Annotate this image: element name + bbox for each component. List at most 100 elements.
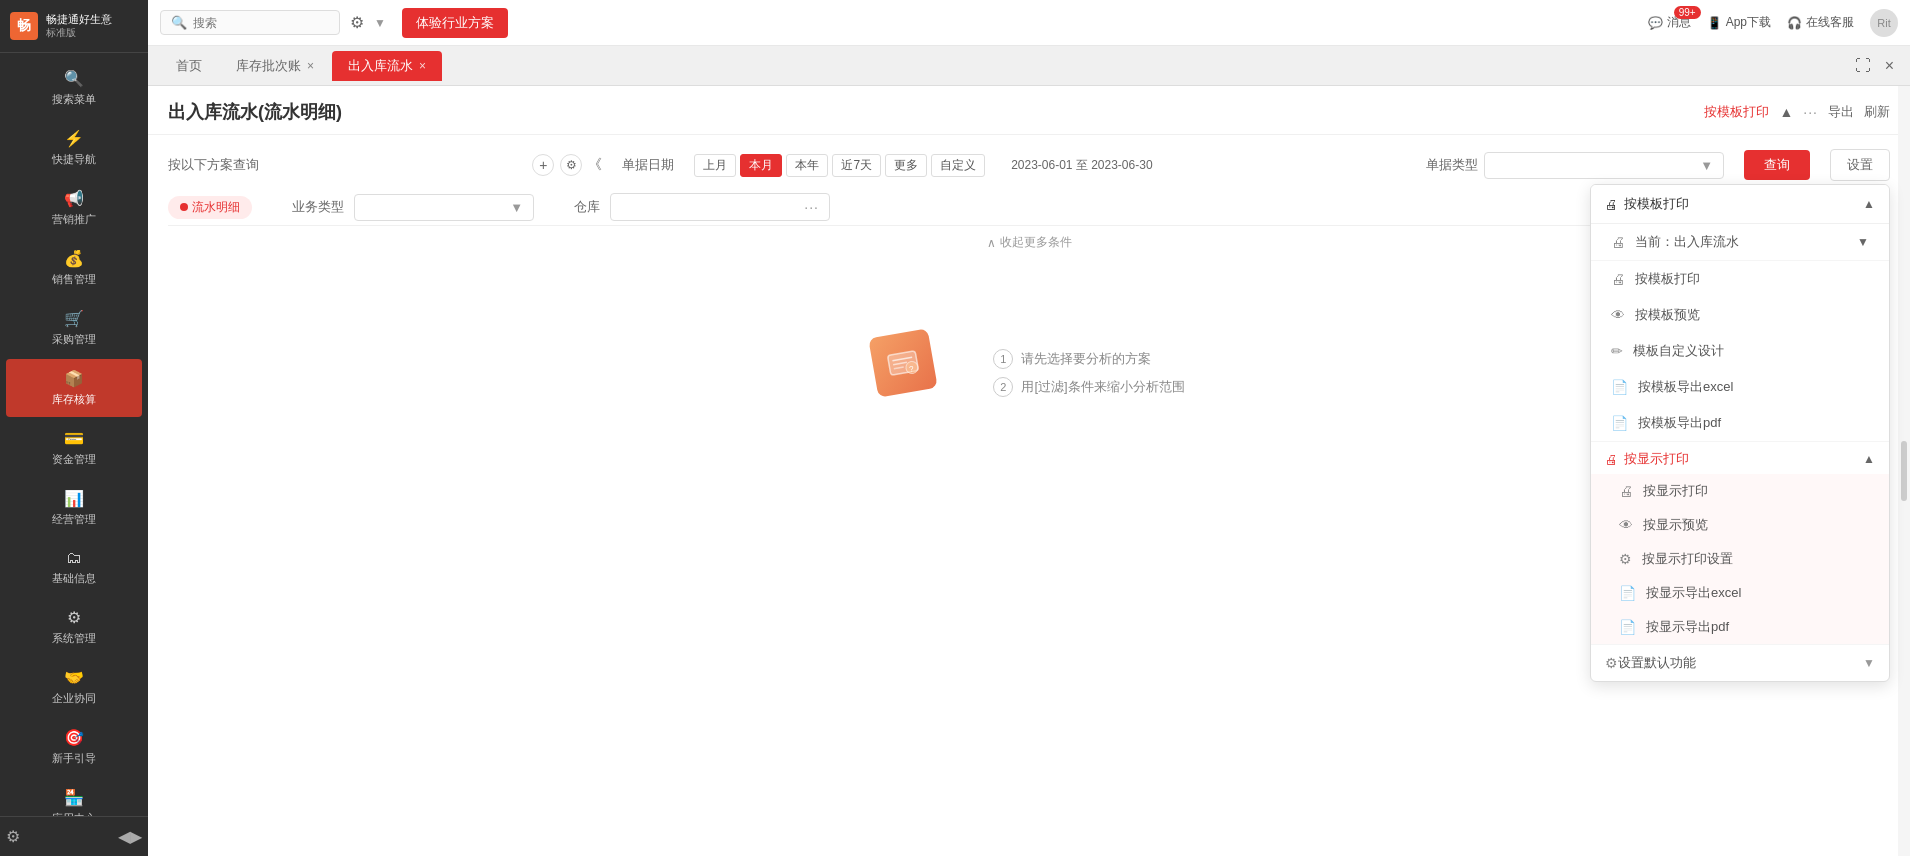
display-print-label: 按显示打印 (1624, 450, 1689, 468)
sidebar-label-search: 搜索菜单 (52, 92, 96, 107)
dropdown-item-template-print[interactable]: 🖨按模板打印 (1591, 261, 1889, 297)
filter-settings-button[interactable]: ⚙ (560, 154, 582, 176)
display-print-icon: 🖨 (1605, 452, 1618, 467)
refresh-button[interactable]: 刷新 (1864, 103, 1890, 121)
online-support-button[interactable]: 🎧 在线客服 (1787, 14, 1854, 31)
sidebar-collapse-icon[interactable]: ◀▶ (118, 827, 142, 846)
dropdown-item-template-preview[interactable]: 👁按模板预览 (1591, 297, 1889, 333)
maximize-button[interactable]: ⛶ (1851, 53, 1875, 79)
date-btn-custom[interactable]: 自定义 (931, 154, 985, 177)
sidebar-item-purchase[interactable]: 🛒采购管理 (6, 299, 142, 357)
search-box[interactable]: 🔍 (160, 10, 340, 35)
dropdown-title: 🖨 按模板打印 (1605, 195, 1689, 213)
dropdown-sub-icon-display-print: 🖨 (1619, 483, 1633, 499)
query-button[interactable]: 查询 (1744, 150, 1810, 180)
dropdown-item-template-export-excel[interactable]: 📄按模板导出excel (1591, 369, 1889, 405)
tab-close-flow[interactable]: × (419, 59, 426, 73)
sidebar-icon-quick-nav: ⚡ (64, 129, 84, 148)
sidebar-item-finance[interactable]: 💳资金管理 (6, 419, 142, 477)
print-chevron-icon[interactable]: ▲ (1779, 104, 1793, 120)
date-btn-last-month[interactable]: 上月 (694, 154, 736, 177)
sidebar-label-finance: 资金管理 (52, 452, 96, 467)
dropdown-sub-label-display-export-pdf: 按显示导出pdf (1646, 618, 1729, 636)
date-btn-last-7-days[interactable]: 近7天 (832, 154, 881, 177)
tab-label-home: 首页 (176, 57, 202, 75)
sidebar-label-collab: 企业协同 (52, 691, 96, 706)
tab-label-flow: 出入库流水 (348, 57, 413, 75)
print-button[interactable]: 按模板打印 (1704, 103, 1769, 121)
current-template-chevron[interactable]: ▼ (1857, 235, 1869, 249)
date-btn-current-month[interactable]: 本月 (740, 154, 782, 177)
voucher-type-select[interactable]: ▼ (1484, 152, 1724, 179)
search-input[interactable] (193, 16, 329, 30)
tab-flow[interactable]: 出入库流水 × (332, 51, 442, 81)
sidebar-icon-basic: 🗂 (66, 549, 82, 567)
sidebar-settings-icon[interactable]: ⚙ (6, 827, 20, 846)
sidebar-label-guide: 新手引导 (52, 751, 96, 766)
date-btn-current-year[interactable]: 本年 (786, 154, 828, 177)
topbar-settings-icon[interactable]: ⚙ (350, 13, 364, 32)
column-settings-button[interactable]: 设置 (1830, 149, 1890, 181)
tab-batch-account[interactable]: 库存批次账 × (220, 51, 330, 81)
current-template-icon: 🖨 (1611, 234, 1625, 250)
hint-2: 2 用[过滤]条件来缩小分析范围 (993, 377, 1184, 397)
dropdown-collapse-icon[interactable]: ▲ (1863, 197, 1875, 211)
business-type-chevron: ▼ (510, 200, 523, 215)
display-print-header[interactable]: 🖨 按显示打印 ▲ (1591, 442, 1889, 474)
current-template-display[interactable]: 🖨 当前：出入库流水 ▼ (1591, 224, 1889, 260)
sidebar-item-basic[interactable]: 🗂基础信息 (6, 539, 142, 596)
user-avatar[interactable]: Rit (1870, 9, 1898, 37)
display-print-section: 🖨 按显示打印 ▲ 🖨 按显示打印 👁按显示预览⚙按显示打印设置 📄 按显示导出exce… (1591, 442, 1889, 645)
sidebar-item-search[interactable]: 🔍搜索菜单 (6, 59, 142, 117)
trial-button[interactable]: 体验行业方案 (402, 8, 508, 38)
tab-home[interactable]: 首页 (160, 51, 218, 81)
close-all-button[interactable]: × (1881, 53, 1898, 79)
business-type-select[interactable]: ▼ (354, 194, 534, 221)
sidebar-label-inventory: 库存核算 (52, 392, 96, 407)
sidebar-label-operations: 经营管理 (52, 512, 96, 527)
sidebar-icon-appstore: 🏪 (64, 788, 84, 807)
sidebar-item-guide[interactable]: 🎯新手引导 (6, 718, 142, 776)
sidebar-item-sales[interactable]: 💰销售管理 (6, 239, 142, 297)
sidebar-item-quick-nav[interactable]: ⚡快捷导航 (6, 119, 142, 177)
date-btn-more[interactable]: 更多 (885, 154, 927, 177)
dropdown-icon-template-preview: 👁 (1611, 307, 1625, 323)
dropdown-sub-label-display-print: 按显示打印 (1643, 482, 1708, 500)
sidebar-item-collab[interactable]: 🤝企业协同 (6, 658, 142, 716)
filter-add-button[interactable]: + (532, 154, 554, 176)
dropdown-sub-item-display-print[interactable]: 🖨 按显示打印 (1591, 474, 1889, 508)
sidebar-bottom: ⚙ ◀▶ (0, 816, 148, 856)
dropdown-item-template-custom[interactable]: ✏模板自定义设计 (1591, 333, 1889, 369)
dropdown-item-template-export-pdf[interactable]: 📄按模板导出pdf (1591, 405, 1889, 441)
warehouse-select[interactable]: ··· (610, 193, 830, 221)
topbar-chevron-icon[interactable]: ▼ (374, 16, 386, 30)
export-button[interactable]: 导出 (1828, 103, 1854, 121)
display-print-expand-icon[interactable]: ▲ (1863, 452, 1875, 466)
dropdown-sub-icon-display-export-pdf: 📄 (1619, 619, 1636, 635)
tab-close-batch-account[interactable]: × (307, 59, 314, 73)
sidebar-item-operations[interactable]: 📊经营管理 (6, 479, 142, 537)
dropdown-sub-item-display-preview[interactable]: 👁按显示预览 (1591, 508, 1889, 542)
sidebar-item-system[interactable]: ⚙系统管理 (6, 598, 142, 656)
hint-2-text: 用[过滤]条件来缩小分析范围 (1021, 378, 1184, 396)
dropdown-sub-icon-display-export-excel: 📄 (1619, 585, 1636, 601)
tab-label-batch-account: 库存批次账 (236, 57, 301, 75)
filter-collapse-icon[interactable]: 《 (588, 156, 602, 174)
app-download-button[interactable]: 📱 App下载 (1707, 14, 1771, 31)
dropdown-sub-label-display-export-excel: 按显示导出excel (1646, 584, 1741, 602)
dropdown-sub-item-display-export-pdf[interactable]: 📄 按显示导出pdf (1591, 610, 1889, 644)
dropdown-sub-item-display-export-excel[interactable]: 📄 按显示导出excel (1591, 576, 1889, 610)
sidebar-item-appstore[interactable]: 🏪应用中心 (6, 778, 142, 816)
dropdown-footer[interactable]: ⚙ 设置默认功能 ▼ (1591, 645, 1889, 681)
more-options-icon[interactable]: ··· (1803, 104, 1818, 120)
page-header: 出入库流水(流水明细) 按模板打印 ▲ ··· 导出 刷新 (148, 86, 1910, 135)
right-scrollbar[interactable] (1898, 86, 1910, 856)
hint-1-num: 1 (993, 349, 1013, 369)
sidebar-nav: 🔍搜索菜单⚡快捷导航📢营销推广💰销售管理🛒采购管理📦库存核算💳资金管理📊经营管理… (0, 53, 148, 816)
sidebar-item-marketing[interactable]: 📢营销推广 (6, 179, 142, 237)
messages-button[interactable]: 💬 消息 99+ (1648, 14, 1691, 31)
dropdown-header: 🖨 按模板打印 ▲ (1591, 185, 1889, 224)
sidebar-item-inventory[interactable]: 📦库存核算 (6, 359, 142, 417)
print-header-icon: 🖨 (1605, 197, 1618, 212)
dropdown-sub-item-display-print-settings[interactable]: ⚙按显示打印设置 (1591, 542, 1889, 576)
